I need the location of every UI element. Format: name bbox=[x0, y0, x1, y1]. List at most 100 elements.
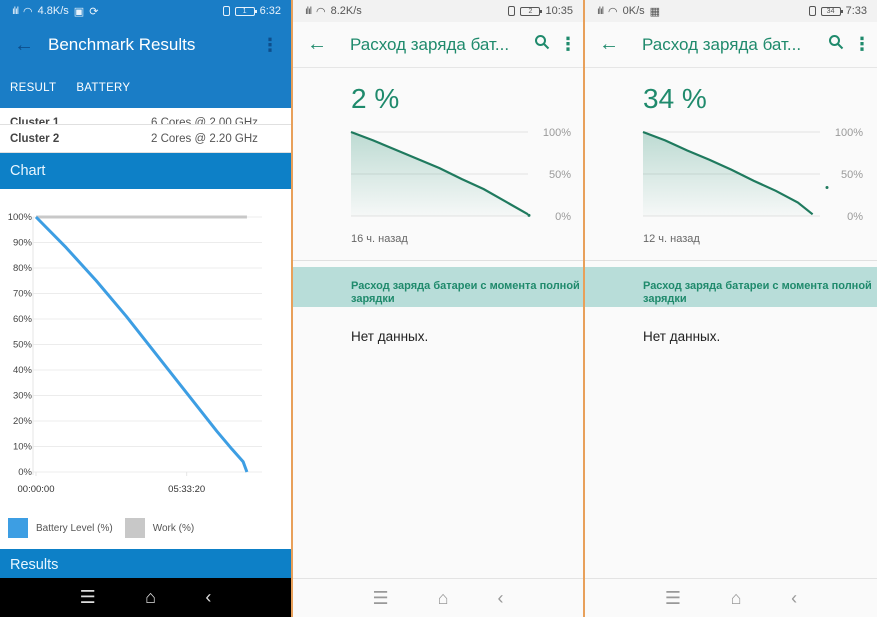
tab-result[interactable]: RESULT bbox=[10, 69, 56, 107]
chart-legend: Battery Level (%) Work (%) bbox=[8, 518, 206, 538]
vibrate-icon bbox=[222, 6, 230, 16]
more-options-icon[interactable]: ⋮ bbox=[853, 34, 871, 55]
home-icon[interactable]: ⌂ bbox=[438, 588, 449, 609]
recents-icon[interactable]: ☰ bbox=[80, 587, 96, 608]
y-tick-label: 100% bbox=[835, 127, 863, 139]
legend-swatch-work bbox=[124, 518, 145, 538]
vibrate-icon bbox=[508, 6, 516, 16]
time-ago-label: 12 ч. назад bbox=[643, 233, 700, 245]
battery-icon: 1 bbox=[234, 6, 257, 16]
vibrate-icon bbox=[808, 6, 816, 16]
cluster-row: Cluster 1 6 Cores @ 2.00 GHz bbox=[0, 108, 291, 125]
page-title: Расход заряда бат... bbox=[350, 34, 510, 54]
clock: 10:35 bbox=[545, 5, 573, 17]
y-tick-label: 20% bbox=[13, 416, 33, 427]
chart-section-header: Chart bbox=[0, 153, 291, 189]
wifi-icon: ◠ bbox=[608, 5, 618, 18]
current-level-point bbox=[825, 185, 829, 189]
y-tick-label: 100% bbox=[8, 212, 33, 223]
clock: 6:32 bbox=[259, 5, 281, 17]
network-speed: 4.8K/s bbox=[37, 5, 69, 17]
more-options-icon[interactable]: ⋮ bbox=[261, 35, 279, 56]
y-tick-label: 0% bbox=[18, 467, 32, 478]
search-icon[interactable] bbox=[525, 34, 559, 55]
cluster-name: Cluster 2 bbox=[10, 132, 60, 145]
screenshot-collage: ılıl ◠ 4.8K/s ▣ ⟳ 1 6:32 ← Benchmark Res… bbox=[0, 0, 877, 617]
home-icon[interactable]: ⌂ bbox=[145, 587, 156, 608]
benchmark-chart-area: 0% 10% 20% 30% 40% 50% 60% 70% 80% 90% 100% 00:00:0… bbox=[0, 189, 291, 549]
media-icon: ▦ bbox=[649, 5, 661, 18]
recents-icon[interactable]: ☰ bbox=[665, 588, 681, 609]
back-icon[interactable]: ‹ bbox=[791, 588, 797, 609]
clock: 7:33 bbox=[845, 5, 867, 17]
page-title: Расход заряда бат... bbox=[642, 34, 802, 54]
cluster-value: 2 Cores @ 2.20 GHz bbox=[151, 132, 258, 145]
battery-usage-chart: 100% 50% 0% bbox=[350, 127, 571, 223]
more-options-icon[interactable]: ⋮ bbox=[559, 34, 577, 55]
back-arrow-icon[interactable]: ← bbox=[599, 33, 642, 56]
benchmark-results-screen: ılıl ◠ 4.8K/s ▣ ⟳ 1 6:32 ← Benchmark Res… bbox=[0, 0, 291, 617]
cluster-name: Cluster 1 bbox=[10, 117, 60, 125]
navigation-bar: ☰ ⌂ ‹ bbox=[585, 578, 877, 617]
y-tick-label: 0% bbox=[847, 211, 863, 223]
current-level-point bbox=[527, 213, 531, 217]
no-data-text: Нет данных. bbox=[351, 329, 429, 344]
battery-summary: 100% 50% 0% 2 % 16 ч. назад bbox=[293, 68, 583, 245]
legend-label-work: Work (%) bbox=[152, 522, 195, 534]
results-section-header: Results bbox=[0, 549, 291, 581]
image-icon: ▣ bbox=[73, 5, 85, 18]
battery-summary: 100% 50% 0% 34 % 12 ч. назад bbox=[585, 68, 877, 245]
battery-icon: 34 bbox=[820, 6, 843, 16]
recents-icon[interactable]: ☰ bbox=[372, 588, 388, 609]
y-tick-label: 50% bbox=[13, 340, 33, 351]
y-tick-label: 90% bbox=[13, 238, 33, 249]
back-icon[interactable]: ‹ bbox=[205, 587, 211, 608]
app-bar: ← Benchmark Results ⋮ bbox=[0, 22, 291, 68]
navigation-bar: ☰ ⌂ ‹ bbox=[0, 578, 291, 617]
legend-swatch-battery bbox=[8, 518, 28, 538]
battery-percent: 2 % bbox=[351, 83, 400, 114]
wifi-icon: ◠ bbox=[316, 5, 326, 18]
navigation-bar: ☰ ⌂ ‹ bbox=[293, 578, 583, 617]
battery-usage-screen-b: ılıl ◠ 0K/s ▦ 34 7:33 ← Расход заряда ба… bbox=[585, 0, 877, 617]
signal-icon: ılıl bbox=[305, 5, 312, 17]
tab-battery[interactable]: BATTERY bbox=[76, 69, 130, 107]
back-arrow-icon[interactable]: ← bbox=[14, 34, 48, 57]
sync-icon: ⟳ bbox=[89, 5, 99, 18]
legend-label-battery: Battery Level (%) bbox=[36, 522, 113, 534]
cluster-value: 6 Cores @ 2.00 GHz bbox=[151, 117, 258, 125]
y-tick-label: 100% bbox=[543, 127, 571, 139]
app-bar: ← Расход заряда бат... ⋮ bbox=[293, 22, 583, 68]
y-tick-label: 10% bbox=[13, 442, 33, 453]
home-icon[interactable]: ⌂ bbox=[731, 588, 742, 609]
y-tick-label: 50% bbox=[841, 169, 863, 181]
app-bar: ← Расход заряда бат... ⋮ bbox=[585, 22, 877, 68]
back-arrow-icon[interactable]: ← bbox=[307, 33, 350, 56]
cluster-row: Cluster 2 2 Cores @ 2.20 GHz bbox=[0, 125, 291, 153]
battery-usage-chart: 100% 50% 0% bbox=[642, 127, 863, 223]
x-tick-label: 05:33:20 bbox=[168, 484, 205, 495]
status-bar: ılıl ◠ 0K/s ▦ 34 7:33 bbox=[585, 0, 877, 22]
y-tick-label: 30% bbox=[13, 391, 33, 402]
battery-percent: 34 % bbox=[643, 83, 707, 114]
since-full-charge-header: Расход заряда батареи с момента полной з… bbox=[293, 267, 583, 307]
status-bar: ılıl ◠ 4.8K/s ▣ ⟳ 1 6:32 bbox=[0, 0, 291, 22]
page-title: Benchmark Results bbox=[48, 35, 196, 54]
time-ago-label: 16 ч. назад bbox=[351, 233, 408, 245]
y-tick-label: 0% bbox=[555, 211, 571, 223]
y-tick-label: 80% bbox=[13, 263, 33, 274]
x-tick-label: 00:00:00 bbox=[18, 484, 55, 495]
status-bar: ılıl ◠ 8.2K/s 2 10:35 bbox=[293, 0, 583, 22]
signal-icon: ılıl bbox=[597, 5, 604, 17]
y-tick-label: 70% bbox=[13, 289, 33, 300]
battery-usage-screen-a: ılıl ◠ 8.2K/s 2 10:35 ← Расход заряда ба… bbox=[293, 0, 583, 617]
divider bbox=[293, 260, 583, 261]
network-speed: 8.2K/s bbox=[330, 5, 362, 17]
y-tick-label: 40% bbox=[13, 365, 33, 376]
search-icon[interactable] bbox=[819, 34, 853, 55]
back-icon[interactable]: ‹ bbox=[497, 588, 503, 609]
y-tick-label: 50% bbox=[549, 169, 571, 181]
no-data-text: Нет данных. bbox=[643, 329, 721, 344]
wifi-icon: ◠ bbox=[23, 5, 33, 18]
signal-icon: ılıl bbox=[12, 5, 19, 17]
